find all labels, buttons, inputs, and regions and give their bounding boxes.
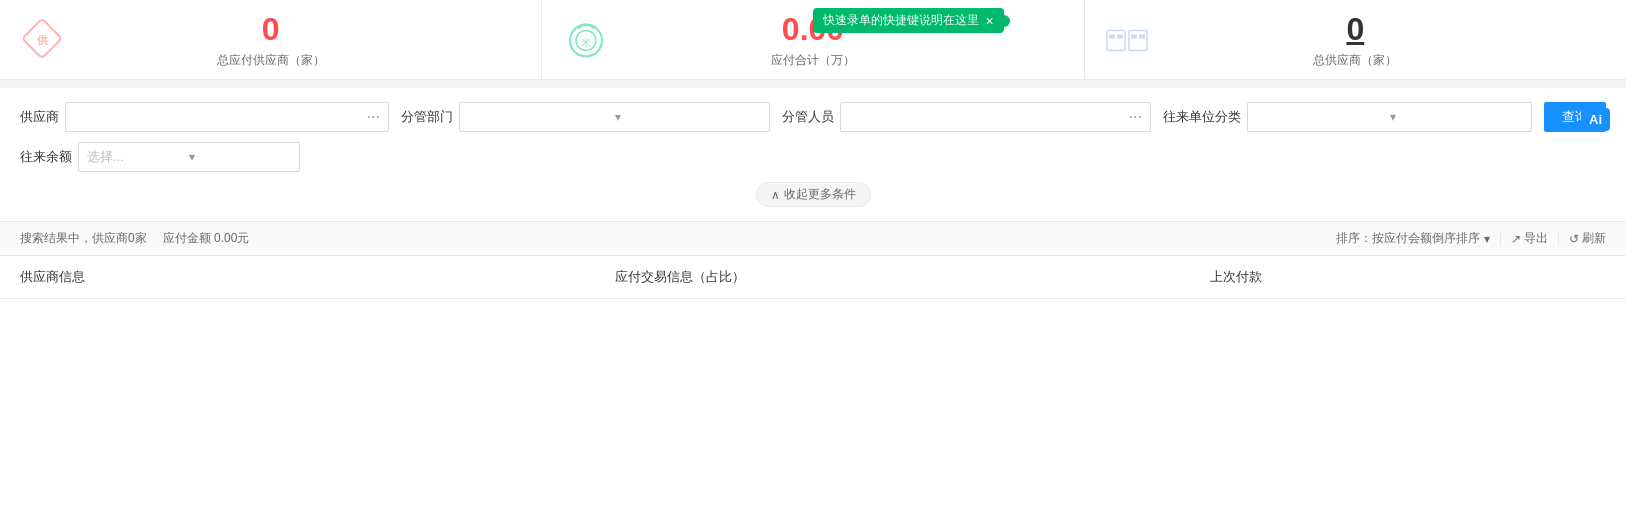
piggy-icon: 米	[562, 14, 610, 62]
result-actions: 排序：按应付会额倒序排序 ▾ ↗ 导出 ↺ 刷新	[1336, 230, 1606, 247]
unit-category-filter: 往来单位分类 ▾	[1163, 102, 1532, 132]
export-icon: ↗	[1511, 232, 1521, 246]
total-suppliers-label: 总供应商（家）	[1313, 52, 1397, 69]
svg-text:米: 米	[581, 36, 591, 47]
balance-chevron-icon: ▾	[189, 150, 291, 164]
sort-select[interactable]: 排序：按应付会额倒序排序 ▾	[1336, 230, 1490, 247]
sort-chevron-icon: ▾	[1484, 232, 1490, 246]
manager-input-wrap[interactable]: ···	[840, 102, 1151, 132]
svg-rect-10	[1139, 34, 1145, 38]
balance-select[interactable]: 选择... ▾	[78, 142, 300, 172]
table-body	[0, 299, 1626, 515]
department-chevron-icon: ▾	[615, 110, 762, 124]
collapse-label: 收起更多条件	[784, 186, 856, 203]
stat-payable-suppliers: 供 0 总应付供应商（家）	[0, 0, 542, 79]
payable-total-label: 应付合计（万）	[771, 52, 855, 69]
col-last-payment: 上次付款	[1210, 268, 1607, 286]
stat-total-suppliers: 0 总供应商（家）	[1085, 0, 1626, 79]
ai-sidebar: Ai	[1581, 108, 1610, 131]
department-select[interactable]: ▾	[459, 102, 770, 132]
svg-text:供: 供	[36, 33, 49, 45]
manager-label: 分管人员	[782, 108, 834, 126]
payable-suppliers-label: 总应付供应商（家）	[217, 52, 325, 69]
balance-filter: 往来余额 选择... ▾	[20, 142, 300, 172]
svg-rect-6	[1129, 30, 1147, 50]
tooltip-text: 快速录单的快捷键说明在这里	[823, 12, 979, 29]
svg-rect-5	[1107, 30, 1125, 50]
suppliers-count: 搜索结果中，供应商0家	[20, 230, 147, 247]
manager-dots[interactable]: ···	[1129, 108, 1142, 126]
svg-rect-8	[1117, 34, 1123, 38]
stat-payable-total: 米 快速录单的快捷键说明在这里 × 0.00 应付合计（万）	[542, 0, 1084, 79]
manager-input[interactable]	[849, 110, 1125, 125]
filter-row-2: 往来余额 选择... ▾	[20, 142, 1606, 172]
table-header: 供应商信息 应付交易信息（占比） 上次付款	[0, 256, 1626, 299]
supplier-filter: 供应商 ···	[20, 102, 389, 132]
divider-1	[1500, 232, 1501, 246]
col-supplier-info: 供应商信息	[20, 268, 615, 286]
stats-bar: 供 0 总应付供应商（家） 米 快速录单的快捷键说明在这里 × 0.00 应付合…	[0, 0, 1626, 80]
filter-area: 供应商 ··· 分管部门 ▾ 分管人员 ··· 往来单位分类	[0, 88, 1626, 222]
tooltip-close-button[interactable]: ×	[985, 14, 993, 28]
result-summary: 搜索结果中，供应商0家 应付金额 0.00元	[20, 230, 249, 247]
col-payable-info: 应付交易信息（占比）	[615, 268, 1210, 286]
supplier-icon	[1105, 22, 1149, 54]
sort-label: 排序：按应付会额倒序排序	[1336, 230, 1480, 247]
supplier-input-wrap[interactable]: ···	[65, 102, 389, 132]
refresh-label: 刷新	[1582, 230, 1606, 247]
filter-row-1: 供应商 ··· 分管部门 ▾ 分管人员 ··· 往来单位分类	[20, 102, 1606, 132]
collapse-button[interactable]: ∧ 收起更多条件	[756, 182, 871, 207]
department-filter: 分管部门 ▾	[401, 102, 770, 132]
filter-collapse: ∧ 收起更多条件	[20, 182, 1606, 207]
shortcut-tooltip: 快速录单的快捷键说明在这里 ×	[813, 8, 1003, 33]
payable-suppliers-number: 0	[262, 10, 280, 48]
refresh-icon: ↺	[1569, 232, 1579, 246]
export-button[interactable]: ↗ 导出	[1511, 230, 1548, 247]
balance-placeholder: 选择...	[87, 148, 189, 166]
supplier-label: 供应商	[20, 108, 59, 126]
balance-label: 往来余额	[20, 148, 72, 166]
department-label: 分管部门	[401, 108, 453, 126]
diamond-icon: 供	[20, 16, 64, 60]
total-suppliers-number: 0	[1346, 10, 1364, 48]
unit-category-chevron-icon: ▾	[1390, 110, 1524, 124]
amount-label: 应付金额 0.00元	[163, 230, 250, 247]
unit-category-select[interactable]: ▾	[1247, 102, 1532, 132]
result-bar: 搜索结果中，供应商0家 应付金额 0.00元 排序：按应付会额倒序排序 ▾ ↗ …	[0, 222, 1626, 256]
supplier-dots[interactable]: ···	[367, 108, 380, 126]
export-label: 导出	[1524, 230, 1548, 247]
ai-button[interactable]: Ai	[1581, 108, 1610, 131]
svg-rect-7	[1109, 34, 1115, 38]
divider-2	[1558, 232, 1559, 246]
svg-rect-9	[1131, 34, 1137, 38]
unit-category-label: 往来单位分类	[1163, 108, 1241, 126]
refresh-button[interactable]: ↺ 刷新	[1569, 230, 1606, 247]
collapse-up-icon: ∧	[771, 188, 780, 202]
supplier-input[interactable]	[74, 110, 363, 125]
manager-filter: 分管人员 ···	[782, 102, 1151, 132]
